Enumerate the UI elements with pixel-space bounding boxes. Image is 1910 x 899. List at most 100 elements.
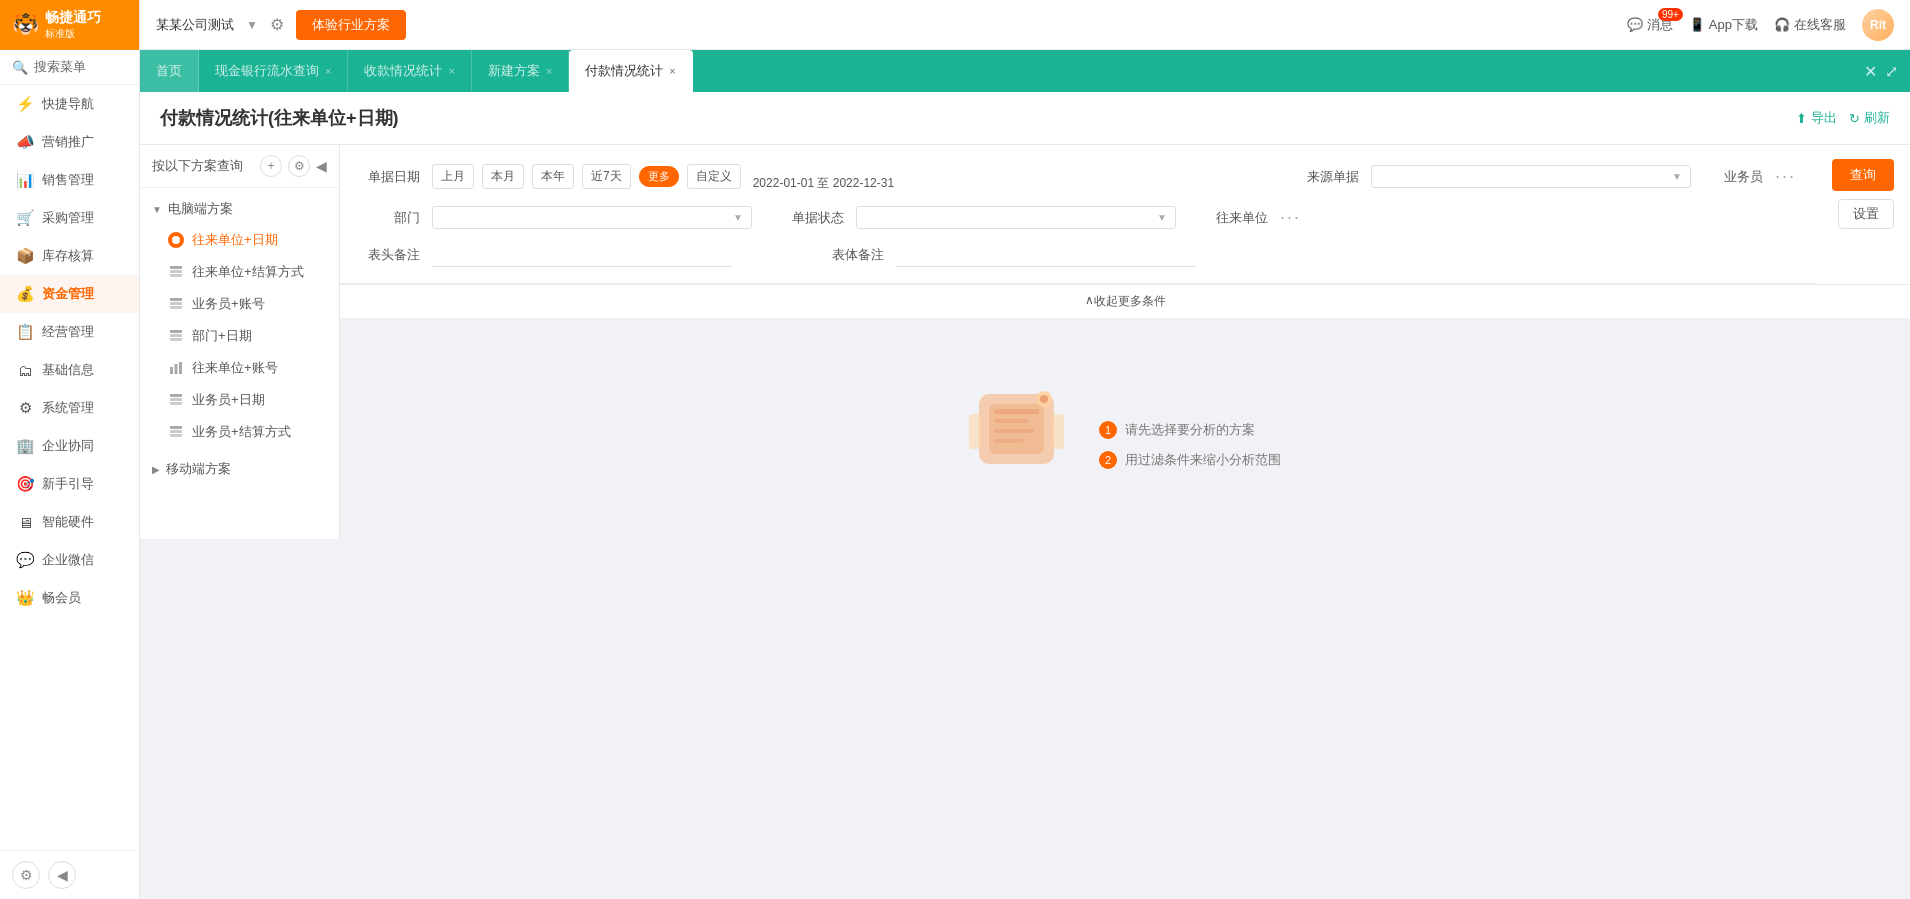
mobile-scheme-group[interactable]: ▶ 移动端方案: [140, 454, 339, 484]
scheme-item-staff-date[interactable]: 业务员+日期: [140, 384, 339, 416]
staff-dots[interactable]: ···: [1775, 166, 1796, 187]
dept-select[interactable]: ▼: [432, 206, 752, 229]
marketing-icon: 📣: [16, 133, 34, 151]
related-unit-dots[interactable]: ···: [1280, 207, 1301, 228]
mobile-group-arrow: ▶: [152, 464, 160, 475]
hardware-icon: 🖥: [16, 513, 34, 531]
scheme-item-unit-date[interactable]: 往来单位+日期: [140, 224, 339, 256]
source-label: 来源单据: [1279, 168, 1359, 186]
sidebar-item-guide[interactable]: 🎯 新手引导: [0, 465, 139, 503]
table-body-note-input[interactable]: [896, 243, 1196, 267]
date-btn-this-year[interactable]: 本年: [532, 164, 574, 189]
sidebar-item-label: 新手引导: [42, 475, 94, 493]
trial-btn[interactable]: 体验行业方案: [296, 10, 406, 40]
svg-rect-24: [994, 439, 1024, 443]
svg-rect-4: [170, 298, 182, 301]
sidebar-item-wechat[interactable]: 💬 企业微信: [0, 541, 139, 579]
scheme-item-unit-account[interactable]: 往来单位+账号: [140, 352, 339, 384]
scheme-item-label: 业务员+账号: [192, 295, 265, 313]
company-name: 某某公司测试: [156, 16, 234, 34]
scheme-add-btn[interactable]: +: [260, 155, 282, 177]
sidebar-search[interactable]: 🔍 搜索菜单: [0, 50, 139, 85]
scheme-item-dept-date[interactable]: 部门+日期: [140, 320, 339, 352]
tab-new-scheme[interactable]: 新建方案 ×: [472, 50, 569, 92]
sidebar-item-member[interactable]: 👑 畅会员: [0, 579, 139, 617]
tab-new-scheme-close[interactable]: ×: [546, 65, 552, 77]
scheme-item-staff-account[interactable]: 业务员+账号: [140, 288, 339, 320]
doc-status-select[interactable]: ▼: [856, 206, 1176, 229]
scheme-settings-btn[interactable]: ⚙: [288, 155, 310, 177]
svg-rect-21: [994, 409, 1039, 414]
sidebar-item-hardware[interactable]: 🖥 智能硬件: [0, 503, 139, 541]
refresh-icon: ↻: [1849, 111, 1860, 126]
svg-rect-1: [170, 266, 182, 269]
tab-home[interactable]: 首页: [140, 50, 199, 92]
message-action[interactable]: 💬 消息 99+: [1627, 16, 1673, 34]
tab-bank-flow[interactable]: 现金银行流水查询 ×: [199, 50, 348, 92]
sidebar-item-capital[interactable]: 💰 资金管理: [0, 275, 139, 313]
operations-icon: 📋: [16, 323, 34, 341]
export-label: 导出: [1811, 109, 1837, 127]
date-btn-more[interactable]: 更多: [639, 166, 679, 187]
tab-payment-stats[interactable]: 付款情况统计 ×: [569, 50, 692, 92]
scheme-item-label: 业务员+结算方式: [192, 423, 291, 441]
date-btn-7days[interactable]: 近7天: [582, 164, 631, 189]
date-btn-last-month[interactable]: 上月: [432, 164, 474, 189]
sidebar-item-basic[interactable]: 🗂 基础信息: [0, 351, 139, 389]
sidebar-collapse-btn[interactable]: ◀: [48, 861, 76, 889]
sidebar-item-operations[interactable]: 📋 经营管理: [0, 313, 139, 351]
date-filter-content: 上月 本月 本年 近7天 更多 自定义 2022-01-01 至 2022-12…: [432, 161, 1267, 192]
user-avatar[interactable]: Rit: [1862, 9, 1894, 41]
topbar-gear-icon[interactable]: ⚙: [270, 15, 284, 34]
scheme-collapse-btn[interactable]: ◀: [316, 158, 327, 174]
sidebar-item-sales[interactable]: 📊 销售管理: [0, 161, 139, 199]
sidebar-item-inventory[interactable]: 📦 库存核算: [0, 237, 139, 275]
tabbar-actions: ✕ ⤢: [1852, 50, 1910, 92]
tab-bank-flow-close[interactable]: ×: [325, 65, 331, 77]
sidebar-item-system[interactable]: ⚙ 系统管理: [0, 389, 139, 427]
source-select-arrow: ▼: [1672, 171, 1682, 182]
page-header: 付款情况统计(往来单位+日期) ⬆ 导出 ↻ 刷新: [140, 92, 1910, 145]
tab-payment-stats-close[interactable]: ×: [669, 65, 675, 77]
tab-receipt-stats-close[interactable]: ×: [448, 65, 454, 77]
sidebar-item-purchase[interactable]: 🛒 采购管理: [0, 199, 139, 237]
query-btn[interactable]: 查询: [1832, 159, 1894, 191]
scheme-item-staff-settle[interactable]: 业务员+结算方式: [140, 416, 339, 448]
svg-rect-6: [170, 306, 182, 309]
scheme-item-label: 往来单位+账号: [192, 359, 278, 377]
tab-receipt-stats[interactable]: 收款情况统计 ×: [348, 50, 471, 92]
topbar: 某某公司测试 ▼ ⚙ 体验行业方案 💬 消息 99+ 📱 App下载 🎧 在线客…: [140, 0, 1910, 50]
refresh-btn[interactable]: ↻ 刷新: [1849, 109, 1890, 127]
table-head-note-input[interactable]: [432, 243, 732, 267]
scheme-item-unit-settle[interactable]: 往来单位+结算方式: [140, 256, 339, 288]
svg-rect-15: [170, 402, 182, 405]
app-download-action[interactable]: 📱 App下载: [1689, 16, 1758, 34]
filter-settings-btn[interactable]: 设置: [1838, 199, 1894, 229]
filter-main: 单据日期 上月 本月 本年 近7天 更多 自定义 2022-01-01: [340, 145, 1816, 284]
sidebar-item-quick-nav[interactable]: ⚡ 快捷导航: [0, 85, 139, 123]
collapse-more-btn[interactable]: ∧ 收起更多条件: [340, 285, 1910, 319]
date-btn-this-month[interactable]: 本月: [482, 164, 524, 189]
date-btn-custom[interactable]: 自定义: [687, 164, 741, 189]
empty-step-1: 1 请先选择要分析的方案: [1099, 421, 1281, 439]
pc-scheme-group-title[interactable]: ▼ 电脑端方案: [140, 194, 339, 224]
svg-rect-7: [170, 330, 182, 333]
topbar-actions: 💬 消息 99+ 📱 App下载 🎧 在线客服 Rit: [1627, 9, 1894, 41]
sidebar-item-label: 智能硬件: [42, 513, 94, 531]
filter-area: 单据日期 上月 本月 本年 近7天 更多 自定义 2022-01-01: [340, 145, 1910, 539]
app-label: App下载: [1709, 16, 1758, 34]
svg-rect-22: [994, 419, 1029, 423]
tab-expand-btn[interactable]: ⤢: [1885, 62, 1898, 81]
source-select[interactable]: ▼: [1371, 165, 1691, 188]
service-action[interactable]: 🎧 在线客服: [1774, 16, 1846, 34]
sidebar-item-label: 营销推广: [42, 133, 94, 151]
sidebar-item-enterprise[interactable]: 🏢 企业协同: [0, 427, 139, 465]
export-btn[interactable]: ⬆ 导出: [1796, 109, 1837, 127]
service-icon: 🎧: [1774, 17, 1790, 32]
page-title: 付款情况统计(往来单位+日期): [160, 106, 399, 130]
topbar-dropdown-icon[interactable]: ▼: [246, 18, 258, 32]
sidebar-item-marketing[interactable]: 📣 营销推广: [0, 123, 139, 161]
sidebar-settings-btn[interactable]: ⚙: [12, 861, 40, 889]
tab-close-all-btn[interactable]: ✕: [1864, 62, 1877, 81]
step-2-num: 2: [1099, 451, 1117, 469]
